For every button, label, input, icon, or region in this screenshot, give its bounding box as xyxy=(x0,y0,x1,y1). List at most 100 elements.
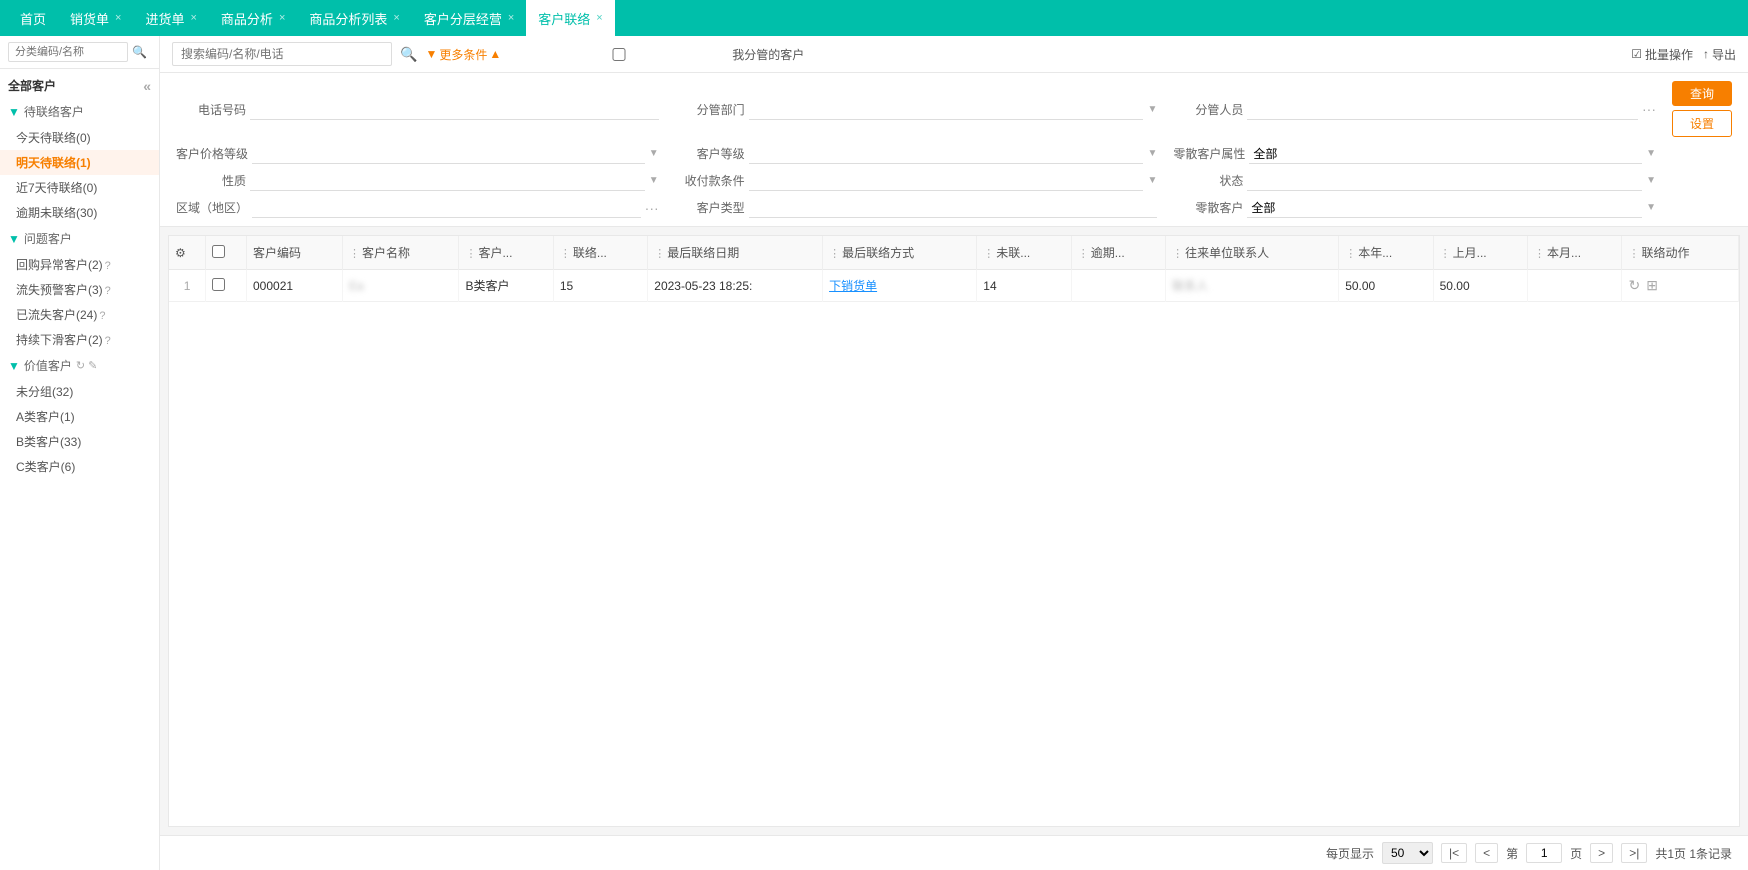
nav-item-客户联络[interactable]: 客户联络× xyxy=(526,0,614,36)
refresh-icon[interactable]: ↻ xyxy=(1628,277,1640,294)
col-header-9[interactable]: ⋮逾期... xyxy=(1071,236,1165,270)
right-actions: ☑ 批量操作 ↑ 导出 xyxy=(1631,46,1736,63)
person-input[interactable] xyxy=(1247,99,1638,120)
col-header-8[interactable]: ⋮未联... xyxy=(977,236,1071,270)
col-header-12[interactable]: ⋮上月... xyxy=(1433,236,1527,270)
pending-item[interactable]: 明天待联络(1) xyxy=(0,150,159,175)
gear-icon[interactable]: ⚙ xyxy=(175,246,186,260)
col-header-4[interactable]: ⋮客户... xyxy=(459,236,553,270)
value-item[interactable]: C类客户(6) xyxy=(0,454,159,479)
problem-group[interactable]: ▼ 问题客户 xyxy=(0,225,159,252)
value-items: 未分组(32)A类客户(1)B类客户(33)C类客户(6) xyxy=(0,379,159,479)
dept-input[interactable] xyxy=(749,99,1144,120)
retail-customer-input[interactable] xyxy=(1247,197,1642,218)
per-page-label: 每页显示 xyxy=(1326,845,1374,862)
nav-close-客户分层经营[interactable]: × xyxy=(508,12,514,24)
sort-icon: ⋮ xyxy=(1078,248,1089,260)
my-customers-filter[interactable]: 我分管的客户 xyxy=(509,46,804,63)
nav-item-首页[interactable]: 首页 xyxy=(8,0,58,36)
problem-item[interactable]: 流失预警客户(3)? xyxy=(0,277,159,302)
phone-input[interactable] xyxy=(250,99,659,120)
query-button[interactable]: 查询 xyxy=(1672,81,1732,106)
problem-items: 回购异常客户(2)?流失预警客户(3)?已流失客户(24)?持续下滑客户(2)? xyxy=(0,252,159,352)
sidebar-collapse-icon[interactable]: « xyxy=(143,78,151,94)
next-page-button[interactable]: > xyxy=(1590,843,1613,863)
retail-customer-arrow: ▼ xyxy=(1646,202,1656,213)
first-page-button[interactable]: |< xyxy=(1441,843,1467,863)
last-page-button[interactable]: >| xyxy=(1621,843,1647,863)
filter-actions: 查询 设置 xyxy=(1672,81,1732,137)
per-page-select[interactable]: 50 100 200 xyxy=(1382,842,1433,864)
nav-item-客户分层经营[interactable]: 客户分层经营× xyxy=(412,0,526,36)
nav-item-商品分析列表[interactable]: 商品分析列表× xyxy=(297,0,411,36)
nav-close-商品分析[interactable]: × xyxy=(279,12,285,24)
pending-group[interactable]: ▼ 待联络客户 xyxy=(0,98,159,125)
page-end-label: 页 xyxy=(1570,845,1582,862)
sidebar-search-icon[interactable]: 🔍 xyxy=(132,45,147,59)
col-header-7[interactable]: ⋮最后联络方式 xyxy=(823,236,977,270)
col-header-13[interactable]: ⋮本月... xyxy=(1528,236,1622,270)
export-button[interactable]: ↑ 导出 xyxy=(1703,46,1736,63)
customer-level-input[interactable] xyxy=(252,143,645,164)
person-more-icon[interactable]: ··· xyxy=(1642,101,1656,117)
nav-item-进货单[interactable]: 进货单× xyxy=(133,0,208,36)
col-header-10[interactable]: ⋮往来单位联系人 xyxy=(1166,236,1339,270)
nav-item-销货单[interactable]: 销货单× xyxy=(58,0,133,36)
customer-level-label: 客户价格等级 xyxy=(176,145,248,162)
area-more-icon[interactable]: ··· xyxy=(645,200,659,216)
main-search-input[interactable] xyxy=(172,42,392,66)
filter-phone: 电话号码 xyxy=(176,99,675,120)
col-header-11[interactable]: ⋮本年... xyxy=(1339,236,1433,270)
col-header-6[interactable]: ⋮最后联络日期 xyxy=(648,236,823,270)
col-header-1 xyxy=(206,236,247,270)
select-all-checkbox[interactable] xyxy=(212,245,225,258)
batch-action-button[interactable]: ☑ 批量操作 xyxy=(1631,46,1693,63)
dept-dropdown-icon: ▼ xyxy=(1147,104,1157,115)
row-checkbox[interactable] xyxy=(212,278,225,291)
status-input[interactable] xyxy=(1247,170,1642,191)
col-header-5[interactable]: ⋮联络... xyxy=(553,236,647,270)
pending-item[interactable]: 今天待联络(0) xyxy=(0,125,159,150)
col-header-14[interactable]: ⋮联络动作 xyxy=(1622,236,1739,270)
nav-item-商品分析[interactable]: 商品分析× xyxy=(209,0,297,36)
pending-item[interactable]: 近7天待联络(0) xyxy=(0,175,159,200)
problem-item[interactable]: 回购异常客户(2)? xyxy=(0,252,159,277)
col-header-3[interactable]: ⋮客户名称 xyxy=(342,236,458,270)
retail-attr-input[interactable] xyxy=(1249,143,1642,164)
page-input[interactable] xyxy=(1526,843,1562,863)
value-arrow: ▼ xyxy=(8,359,20,373)
main-search-button[interactable]: 🔍 xyxy=(400,46,417,63)
problem-item[interactable]: 已流失客户(24)? xyxy=(0,302,159,327)
value-group[interactable]: ▼ 价值客户 ↻ ✎ xyxy=(0,352,159,379)
prev-page-button[interactable]: < xyxy=(1475,843,1498,863)
sidebar-search-area: 🔍 xyxy=(0,36,159,69)
col-label-2: 客户编码 xyxy=(253,246,301,260)
my-customers-checkbox[interactable] xyxy=(509,48,729,61)
partner-contact-value: 联系人 xyxy=(1172,279,1208,293)
col-header-2[interactable]: 客户编码 xyxy=(247,236,343,270)
payment-input[interactable] xyxy=(749,170,1144,191)
customer-grade-input[interactable] xyxy=(749,143,1144,164)
gender-input[interactable] xyxy=(250,170,645,191)
grid-icon[interactable]: ⊞ xyxy=(1646,277,1658,294)
nav-close-销货单[interactable]: × xyxy=(115,12,121,24)
status-label: 状态 xyxy=(1173,172,1243,189)
filter-dept: 分管部门 ▼ xyxy=(675,99,1174,120)
pending-item[interactable]: 逾期未联络(30) xyxy=(0,200,159,225)
more-filter-button[interactable]: ▼ 更多条件 ▲ xyxy=(425,46,501,63)
nav-close-客户联络[interactable]: × xyxy=(596,12,602,24)
batch-icon: ☑ xyxy=(1631,47,1642,61)
value-item[interactable]: A类客户(1) xyxy=(0,404,159,429)
value-item[interactable]: 未分组(32) xyxy=(0,379,159,404)
value-item[interactable]: B类客户(33) xyxy=(0,429,159,454)
contact-method-link[interactable]: 下销货单 xyxy=(829,279,877,293)
area-input[interactable] xyxy=(252,197,641,218)
nav-close-商品分析列表[interactable]: × xyxy=(393,12,399,24)
sidebar-search-input[interactable] xyxy=(8,42,128,62)
nav-close-进货单[interactable]: × xyxy=(190,12,196,24)
filter-retail-attr: 零散客户属性 ▼ xyxy=(1173,143,1672,164)
problem-item[interactable]: 持续下滑客户(2)? xyxy=(0,327,159,352)
set-button[interactable]: 设置 xyxy=(1672,110,1732,137)
all-customers-title: 全部客户 « xyxy=(0,69,159,98)
customer-type-input[interactable] xyxy=(749,197,1158,218)
